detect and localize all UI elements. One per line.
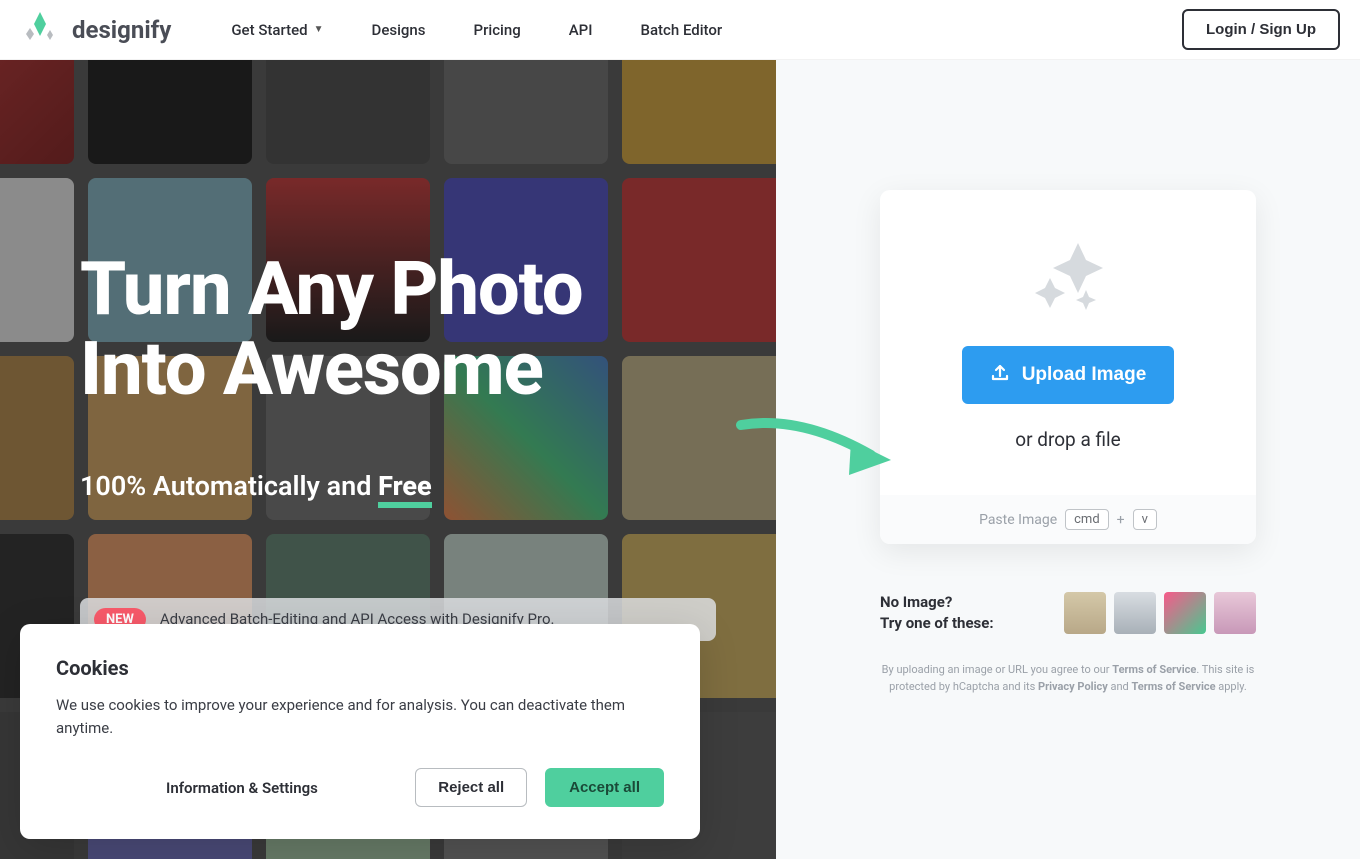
logo[interactable]: designify: [20, 10, 171, 50]
login-signup-button[interactable]: Login / Sign Up: [1182, 9, 1340, 50]
tagline-prefix: 100% Automatically and: [80, 470, 378, 502]
nav-designs[interactable]: Designs: [372, 21, 426, 39]
disclaimer: By uploading an image or URL you agree t…: [880, 662, 1256, 695]
upload-image-button[interactable]: Upload Image: [962, 346, 1175, 404]
hero-tagline: 100% Automatically and Free: [80, 470, 716, 508]
upload-icon: [990, 362, 1010, 388]
sample-images-row: No Image? Try one of these:: [880, 592, 1256, 634]
sample-thumb-3[interactable]: [1164, 592, 1206, 634]
nav-get-started-label: Get Started: [231, 21, 307, 39]
hero-title-line2: Into Awesome: [80, 326, 543, 413]
nav-api[interactable]: API: [569, 21, 593, 39]
samples-thumbs: [1064, 592, 1256, 634]
drop-file-text: or drop a file: [920, 428, 1216, 451]
samples-line2: Try one of these:: [880, 613, 994, 634]
header: designify Get Started ▼ Designs Pricing …: [0, 0, 1360, 60]
sparkles-icon: [1028, 238, 1108, 318]
accept-all-button[interactable]: Accept all: [545, 768, 664, 807]
reject-all-button[interactable]: Reject all: [415, 768, 527, 807]
cookie-text: We use cookies to improve your experienc…: [56, 694, 664, 741]
samples-text: No Image? Try one of these:: [880, 592, 994, 634]
kbd-v: v: [1133, 509, 1157, 530]
sample-thumb-2[interactable]: [1114, 592, 1156, 634]
kbd-plus: +: [1117, 512, 1125, 528]
nav-batch-editor[interactable]: Batch Editor: [641, 21, 723, 39]
hero-content: Turn Any Photo Into Awesome 100% Automat…: [80, 250, 716, 641]
cookie-banner: Cookies We use cookies to improve your e…: [20, 624, 700, 840]
hero-title: Turn Any Photo Into Awesome: [80, 250, 716, 410]
kbd-cmd: cmd: [1065, 509, 1109, 530]
tagline-free: Free: [378, 470, 432, 508]
cookie-info-link[interactable]: Information & Settings: [166, 779, 318, 797]
hero-title-line1: Turn Any Photo: [80, 246, 583, 333]
logo-icon: [20, 10, 60, 50]
sample-thumb-1[interactable]: [1064, 592, 1106, 634]
tos-link-2[interactable]: Terms of Service: [1131, 680, 1215, 693]
upload-card: Upload Image or drop a file Paste Image …: [880, 190, 1256, 544]
sample-thumb-4[interactable]: [1214, 592, 1256, 634]
paste-label: Paste Image: [979, 512, 1057, 528]
paste-hint: Paste Image cmd + v: [880, 495, 1256, 544]
main-nav: Get Started ▼ Designs Pricing API Batch …: [231, 21, 1182, 39]
upload-button-label: Upload Image: [1022, 364, 1147, 386]
tos-link-1[interactable]: Terms of Service: [1112, 663, 1196, 676]
logo-text: designify: [72, 16, 171, 44]
cookie-title: Cookies: [56, 656, 664, 680]
chevron-down-icon: ▼: [314, 24, 324, 35]
privacy-policy-link[interactable]: Privacy Policy: [1038, 680, 1108, 693]
samples-line1: No Image?: [880, 592, 994, 613]
upload-panel: Upload Image or drop a file Paste Image …: [776, 60, 1360, 859]
upload-dropzone[interactable]: Upload Image or drop a file: [880, 190, 1256, 495]
nav-pricing[interactable]: Pricing: [474, 21, 521, 39]
arrow-icon: [731, 405, 901, 489]
cookie-actions: Information & Settings Reject all Accept…: [56, 768, 664, 807]
nav-get-started[interactable]: Get Started ▼: [231, 21, 323, 39]
